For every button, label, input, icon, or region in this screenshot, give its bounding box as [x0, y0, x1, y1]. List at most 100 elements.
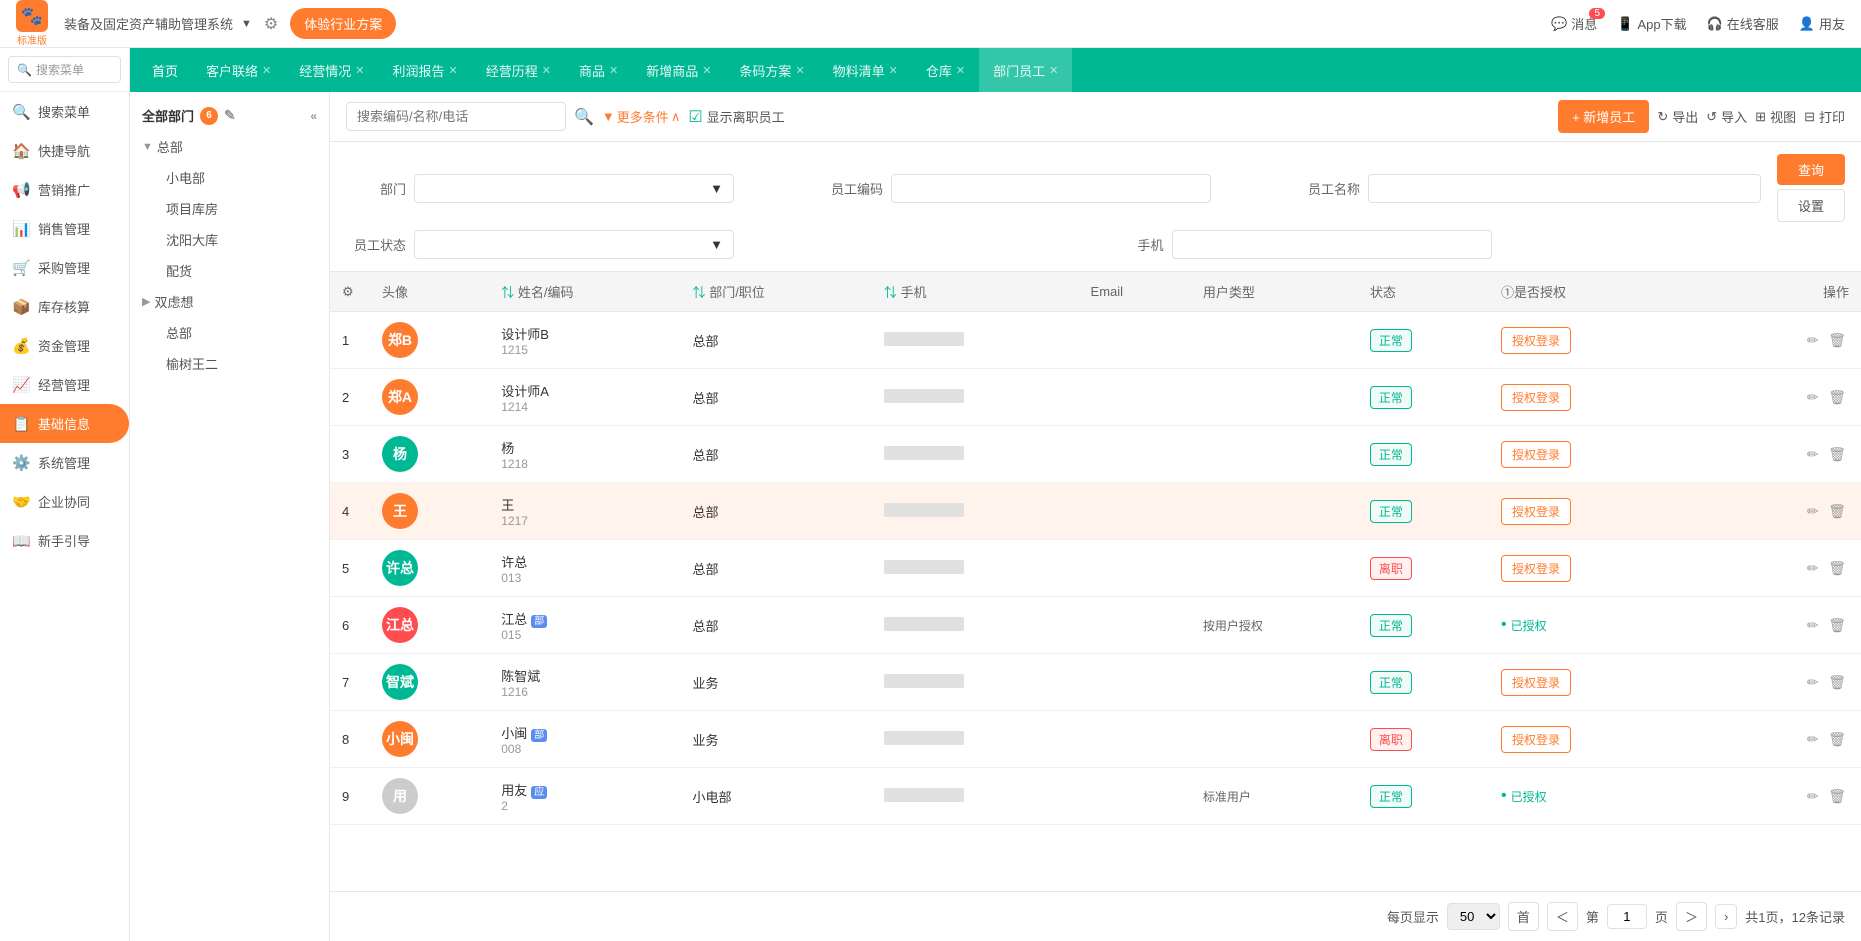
auth-login-btn[interactable]: 授权登录: [1501, 726, 1571, 753]
delete-icon[interactable]: 🗑: [1828, 674, 1846, 690]
tab-operations[interactable]: 经营情况 ✕: [285, 48, 378, 92]
message-item[interactable]: 💬 消息 5: [1551, 14, 1597, 33]
sidebar-item-inventory[interactable]: 📦 库存核算: [0, 287, 129, 326]
tab-warehouse[interactable]: 仓库 ✕: [912, 48, 979, 92]
auth-login-btn[interactable]: 授权登录: [1501, 555, 1571, 582]
delete-icon[interactable]: 🗑: [1828, 503, 1846, 519]
tab-bom[interactable]: 物料清单 ✕: [819, 48, 912, 92]
auth-login-btn[interactable]: 授权登录: [1501, 498, 1571, 525]
delete-icon[interactable]: 🗑: [1828, 332, 1846, 348]
col-name[interactable]: ⇅ 姓名/编码: [489, 272, 680, 312]
settings-icon[interactable]: ⚙: [264, 14, 278, 34]
delete-icon[interactable]: 🗑: [1828, 560, 1846, 576]
sidebar-item-finance[interactable]: 💰 资金管理: [0, 326, 129, 365]
col-settings[interactable]: ⚙: [330, 272, 370, 312]
tab-add-goods-close[interactable]: ✕: [702, 64, 711, 77]
app-download-item[interactable]: 📱 App下载: [1617, 14, 1686, 33]
tab-barcode[interactable]: 条码方案 ✕: [725, 48, 818, 92]
auth-login-btn[interactable]: 授权登录: [1501, 441, 1571, 468]
reset-button[interactable]: 设置: [1777, 189, 1845, 222]
more-filter-btn[interactable]: ▼ 更多条件 ∧: [602, 107, 680, 126]
tab-profit-close[interactable]: ✕: [449, 64, 458, 77]
dept-item-headquarter2[interactable]: 总部: [130, 317, 329, 348]
tab-customer[interactable]: 客户联络 ✕: [192, 48, 285, 92]
page-number-input[interactable]: [1607, 904, 1647, 929]
delete-icon[interactable]: 🗑: [1828, 731, 1846, 747]
edit-icon[interactable]: ✏: [1807, 674, 1819, 690]
edit-icon[interactable]: ✏: [1807, 446, 1819, 462]
prev-page-btn[interactable]: ＜: [1547, 902, 1578, 931]
query-button[interactable]: 查询: [1777, 154, 1845, 185]
edit-icon[interactable]: ✏: [1807, 617, 1819, 633]
add-employee-button[interactable]: + 新增员工: [1558, 100, 1649, 133]
show-resigned-toggle[interactable]: ☑ 显示离职员工: [688, 107, 784, 127]
tab-goods[interactable]: 商品 ✕: [565, 48, 632, 92]
dept-edit-icon[interactable]: ✎: [224, 107, 236, 124]
edit-icon[interactable]: ✏: [1807, 389, 1819, 405]
dept-item-project-store[interactable]: 项目库房: [130, 193, 329, 224]
view-button[interactable]: ⊞ 视图: [1755, 107, 1796, 126]
tab-profit[interactable]: 利润报告 ✕: [378, 48, 471, 92]
online-service-item[interactable]: 🎧 在线客服: [1707, 14, 1779, 33]
tab-home[interactable]: 首页: [138, 48, 192, 92]
edit-icon[interactable]: ✏: [1807, 503, 1819, 519]
dept-collapse-btn[interactable]: «: [310, 109, 317, 123]
emp-name-input[interactable]: [1368, 174, 1761, 203]
auth-login-btn[interactable]: 授权登录: [1501, 669, 1571, 696]
page-size-select[interactable]: 50: [1447, 903, 1500, 930]
tab-history[interactable]: 经营历程 ✕: [472, 48, 565, 92]
delete-icon[interactable]: 🗑: [1828, 446, 1846, 462]
title-dropdown-icon[interactable]: ▼: [241, 18, 252, 30]
dept-item-headquarter-expand[interactable]: ▼ 总部: [130, 131, 329, 162]
tab-dept-staff-close[interactable]: ✕: [1049, 64, 1058, 77]
edit-icon[interactable]: ✏: [1807, 560, 1819, 576]
sidebar-item-collab[interactable]: 🤝 企业协同: [0, 482, 129, 521]
trial-button[interactable]: 体验行业方案: [290, 8, 396, 39]
tab-dept-staff[interactable]: 部门员工 ✕: [979, 48, 1072, 92]
col-dept[interactable]: ⇅ 部门/职位: [681, 272, 872, 312]
tab-bom-close[interactable]: ✕: [889, 64, 898, 77]
tab-history-close[interactable]: ✕: [542, 64, 551, 77]
tab-operations-close[interactable]: ✕: [355, 64, 364, 77]
dept-item-peiho[interactable]: 配货: [130, 255, 329, 286]
tab-barcode-close[interactable]: ✕: [795, 64, 804, 77]
sidebar-item-marketing[interactable]: 📢 营销推广: [0, 170, 129, 209]
sidebar-item-system[interactable]: ⚙️ 系统管理: [0, 443, 129, 482]
search-button[interactable]: 🔍: [574, 107, 594, 127]
next-page-btn[interactable]: ＞: [1676, 902, 1707, 931]
user-item[interactable]: 👤 用友: [1799, 14, 1845, 33]
tab-customer-close[interactable]: ✕: [262, 64, 271, 77]
sidebar-item-search[interactable]: 🔍 搜索菜单: [0, 92, 129, 131]
emp-code-input[interactable]: [891, 174, 1211, 203]
dept-item-yushu[interactable]: 榆树王二: [130, 348, 329, 379]
dept-item-shenyang[interactable]: 沈阳大库: [130, 224, 329, 255]
tab-warehouse-close[interactable]: ✕: [956, 64, 965, 77]
print-button[interactable]: ⊟ 打印: [1804, 107, 1845, 126]
edit-icon[interactable]: ✏: [1807, 731, 1819, 747]
tab-goods-close[interactable]: ✕: [609, 64, 618, 77]
search-input[interactable]: [346, 102, 566, 131]
dept-item-shuanglu[interactable]: ▶ 双虑想: [130, 286, 329, 317]
sidebar-item-basic-info[interactable]: 📋 基础信息: [0, 404, 129, 443]
sidebar-search[interactable]: 🔍 搜索菜单: [8, 56, 121, 83]
edit-icon[interactable]: ✏: [1807, 788, 1819, 804]
delete-icon[interactable]: 🗑: [1828, 617, 1846, 633]
phone-input[interactable]: [1172, 230, 1492, 259]
sidebar-item-management[interactable]: 📈 经营管理: [0, 365, 129, 404]
export-button[interactable]: ↻ 导出: [1657, 107, 1698, 126]
dept-item-small-electric[interactable]: 小电部: [130, 162, 329, 193]
emp-status-select[interactable]: ▼: [414, 230, 734, 259]
auth-login-btn[interactable]: 授权登录: [1501, 327, 1571, 354]
last-page-btn[interactable]: ›: [1715, 904, 1737, 929]
import-button[interactable]: ↺ 导入: [1706, 107, 1747, 126]
sidebar-item-purchase[interactable]: 🛒 采购管理: [0, 248, 129, 287]
col-phone[interactable]: ⇅ 手机: [872, 272, 1079, 312]
auth-login-btn[interactable]: 授权登录: [1501, 384, 1571, 411]
dept-select[interactable]: ▼: [414, 174, 734, 203]
sidebar-item-sales[interactable]: 📊 销售管理: [0, 209, 129, 248]
delete-icon[interactable]: 🗑: [1828, 788, 1846, 804]
sidebar-item-quicknav[interactable]: 🏠 快捷导航: [0, 131, 129, 170]
delete-icon[interactable]: 🗑: [1828, 389, 1846, 405]
first-page-btn[interactable]: 首: [1508, 902, 1539, 931]
tab-add-goods[interactable]: 新增商品 ✕: [632, 48, 725, 92]
